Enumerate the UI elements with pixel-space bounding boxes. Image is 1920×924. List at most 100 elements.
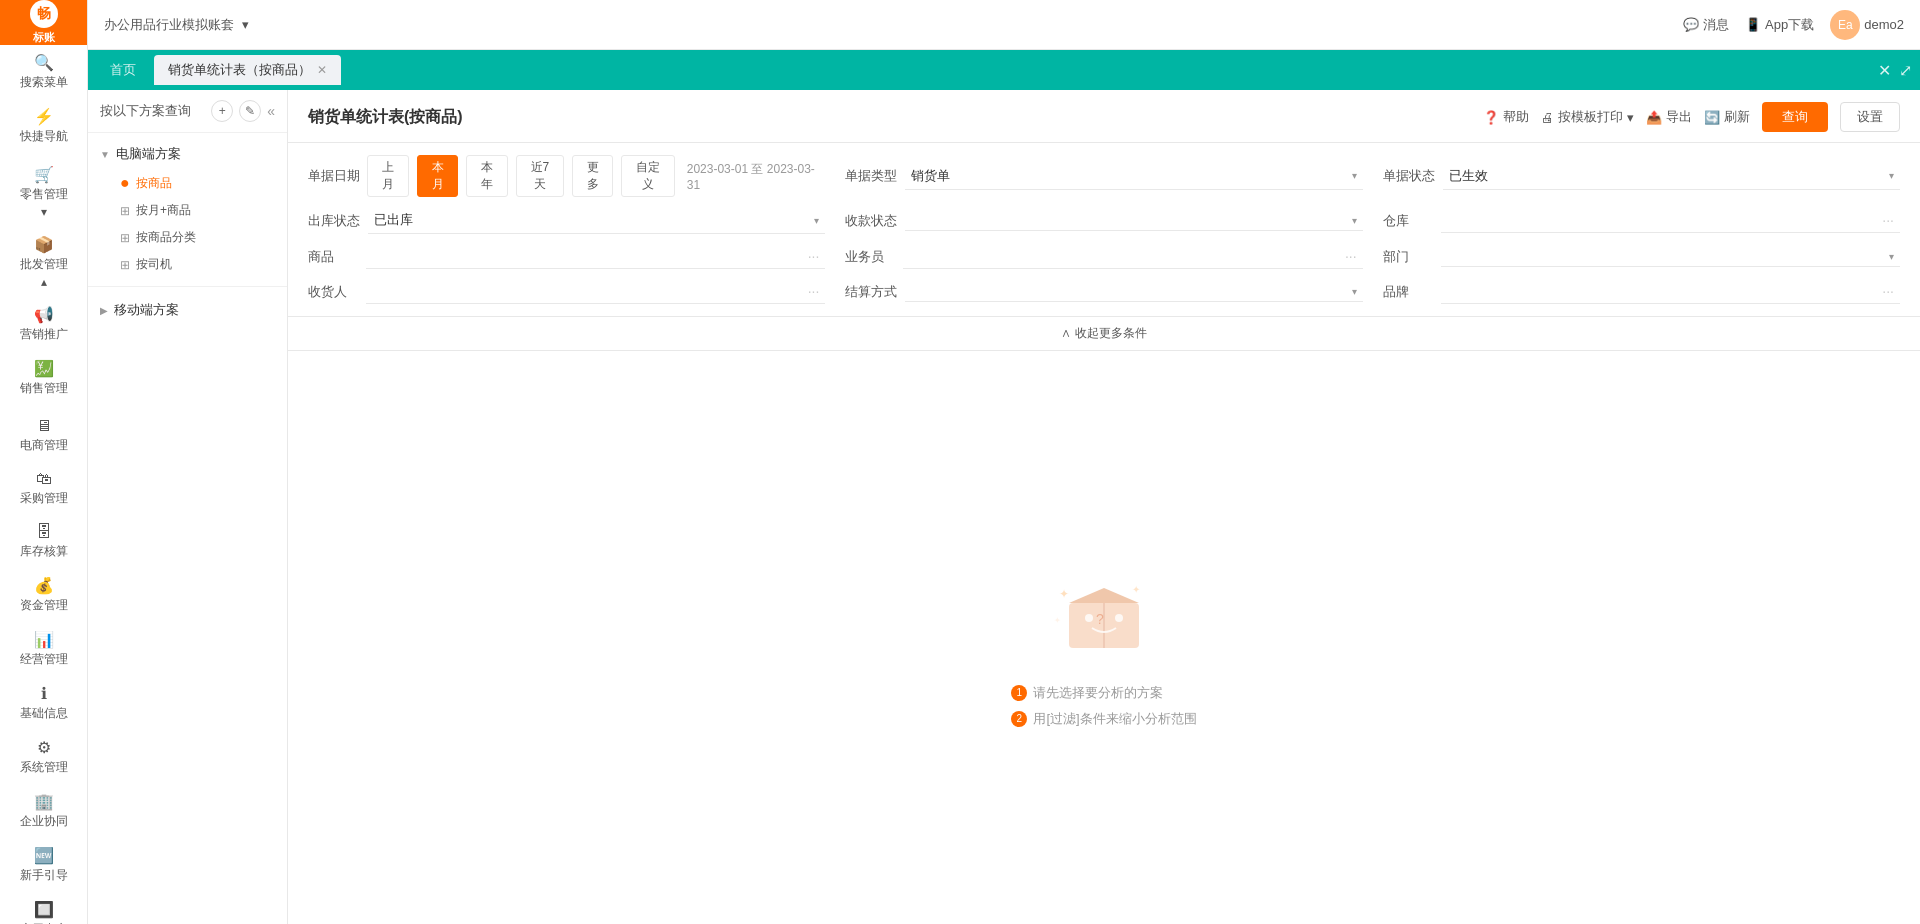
outbound-arrow: ▾ [814, 215, 819, 226]
filter-row-4: 收货人 ··· 结算方式 ▾ 品牌 [308, 279, 1900, 304]
help-btn[interactable]: ❓ 帮助 [1483, 108, 1529, 126]
filter-row-3: 商品 ··· 业务员 ··· 部门 [308, 244, 1900, 269]
warehouse-select[interactable]: ··· [1441, 208, 1900, 233]
refresh-btn[interactable]: 🔄 刷新 [1704, 108, 1750, 126]
tree-section-desktop: ▼ 电脑端方案 ● 按商品 ⊞ 按月+商品 ⊞ 按商品分类 ⊞ 按司机 [88, 133, 287, 284]
sidebar-item-finance[interactable]: 💰 资金管理 [0, 568, 87, 622]
query-btn[interactable]: 查询 [1762, 102, 1828, 132]
tree-item-desktop[interactable]: ▼ 电脑端方案 [88, 139, 287, 169]
type-select[interactable]: 销货单 ▾ [905, 163, 1362, 190]
tree-sub-item-by-driver[interactable]: ⊞ 按司机 [88, 251, 287, 278]
apps-icon: 🔲 [34, 900, 54, 919]
sidebar-item-guide[interactable]: 🆕 新手引导 [0, 838, 87, 892]
date-btn-7days[interactable]: 近7天 [516, 155, 564, 197]
sidebar-item-inventory[interactable]: 🗄 库存核算 [0, 515, 87, 568]
tree-sub-icon-2: ⊞ [120, 231, 130, 245]
tree-item-mobile[interactable]: ▶ 移动端方案 [88, 295, 287, 325]
receiver-select[interactable]: ··· [366, 279, 825, 304]
date-btn-more[interactable]: 更多 [572, 155, 614, 197]
sidebar-item-purchase[interactable]: 🛍 采购管理 [0, 462, 87, 515]
tab-sales-stat[interactable]: 销货单统计表（按商品） ✕ [154, 55, 341, 85]
add-icon: + [219, 104, 226, 118]
type-arrow: ▾ [1352, 170, 1357, 181]
marketing-icon: 📢 [34, 305, 54, 324]
sidebar-item-ecommerce[interactable]: 🖥 电商管理 [0, 409, 87, 462]
brand-select[interactable]: ··· [1441, 279, 1900, 304]
message-icon: 💬 [1683, 17, 1699, 32]
tree-sub-item-by-month-goods[interactable]: ⊞ 按月+商品 [88, 197, 287, 224]
payment-status-select[interactable]: ▾ [905, 211, 1362, 231]
outbound-select[interactable]: 已出库 ▾ [368, 207, 825, 234]
sidebar-item-marketing[interactable]: 📢 营销推广 [0, 297, 87, 351]
salesperson-dots[interactable]: ··· [1345, 248, 1357, 264]
goods-label: 商品 [308, 248, 358, 266]
date-btn-this-month[interactable]: 本月 [417, 155, 459, 197]
edit-icon: ✎ [245, 104, 255, 118]
payment-method-select[interactable]: ▾ [905, 282, 1362, 302]
tree-sub-item-by-goods[interactable]: ● 按商品 [88, 169, 287, 197]
settings-btn[interactable]: 设置 [1840, 102, 1900, 132]
date-filter-row: 上月 本月 本年 近7天 更多 自定义 2023-03-01 至 2023-03… [367, 155, 825, 197]
avatar: Ea [1830, 10, 1860, 40]
tree-sub-label-by-driver: 按司机 [136, 256, 172, 273]
tab-sales-stat-close[interactable]: ✕ [317, 63, 327, 77]
tab-home[interactable]: 首页 [96, 55, 150, 85]
top-bar: 办公用品行业模拟账套 ▾ 💬 消息 📱 App下载 Ea demo2 [88, 0, 1920, 50]
filter-row-2: 出库状态 已出库 ▾ 收款状态 ▾ 仓库 [308, 207, 1900, 234]
user-menu[interactable]: Ea demo2 [1830, 10, 1904, 40]
sidebar-item-retail[interactable]: 🛒 零售管理 ▾ [0, 157, 87, 227]
sidebar-item-enterprise[interactable]: 🏢 企业协同 [0, 784, 87, 838]
add-scheme-btn[interactable]: + [211, 100, 233, 122]
sidebar-item-shortcut[interactable]: ⚡ 快捷导航 [0, 99, 87, 153]
date-btn-this-year[interactable]: 本年 [466, 155, 508, 197]
status-select[interactable]: 已生效 ▾ [1443, 163, 1900, 190]
sidebar-item-sales[interactable]: 💹 销售管理 [0, 351, 87, 405]
receiver-dots[interactable]: ··· [808, 283, 820, 299]
collapse-panel-btn[interactable]: « [267, 103, 275, 119]
date-btn-last-month[interactable]: 上月 [367, 155, 409, 197]
warehouse-label: 仓库 [1383, 212, 1433, 230]
sidebar-item-operations[interactable]: 📊 经营管理 [0, 622, 87, 676]
print-btn[interactable]: 🖨 按模板打印 ▾ [1541, 108, 1634, 126]
message-btn[interactable]: 💬 消息 [1683, 16, 1729, 34]
filter-status: 单据状态 已生效 ▾ [1383, 163, 1900, 190]
sidebar-item-system[interactable]: ⚙ 系统管理 [0, 730, 87, 784]
sidebar-item-search[interactable]: 🔍 搜索菜单 [0, 45, 87, 99]
sidebar-item-wholesale[interactable]: 📦 批发管理 ▴ [0, 227, 87, 297]
date-btn-custom[interactable]: 自定义 [621, 155, 674, 197]
print-dropdown[interactable]: ▾ [1627, 110, 1634, 125]
search-icon: 🔍 [34, 53, 54, 72]
filter-goods: 商品 ··· [308, 244, 825, 269]
sidebar-item-basic-label: 基础信息 [20, 705, 68, 722]
status-arrow: ▾ [1889, 170, 1894, 181]
tree-sub-item-by-category[interactable]: ⊞ 按商品分类 [88, 224, 287, 251]
sidebar-item-basic[interactable]: ℹ 基础信息 [0, 676, 87, 730]
sidebar-item-system-label: 系统管理 [20, 759, 68, 776]
workspace-dropdown-icon[interactable]: ▾ [242, 17, 249, 32]
tab-close-btn[interactable]: ✕ [1878, 61, 1891, 80]
goods-dots[interactable]: ··· [808, 248, 820, 264]
dept-select[interactable]: ▾ [1441, 247, 1900, 267]
sales-icon: 💹 [34, 359, 54, 378]
collapse-filters-btn[interactable]: ∧ 收起更多条件 [288, 317, 1920, 351]
sidebar-item-wholesale-label: 批发管理 [20, 256, 68, 273]
salesperson-select[interactable]: ··· [903, 244, 1362, 269]
outbound-label: 出库状态 [308, 212, 360, 230]
status-label: 单据状态 [1383, 167, 1435, 185]
tab-restore-btn[interactable]: ⤢ [1899, 61, 1912, 80]
filter-date: 单据日期 上月 本月 本年 近7天 更多 自定义 2023-03-01 至 20… [308, 155, 825, 197]
sidebar-item-search-label: 搜索菜单 [20, 74, 68, 91]
goods-select[interactable]: ··· [366, 244, 825, 269]
filter-payment-method: 结算方式 ▾ [845, 282, 1362, 302]
sidebar-item-apps[interactable]: 🔲 应用中心 [0, 892, 87, 924]
app-download-btn[interactable]: 📱 App下载 [1745, 16, 1814, 34]
svg-text:✦: ✦ [1054, 616, 1061, 625]
logo[interactable]: 畅 标账 [0, 0, 87, 45]
page-actions: ❓ 帮助 🖨 按模板打印 ▾ 📤 导出 🔄 [1483, 102, 1900, 132]
brand-dots[interactable]: ··· [1882, 283, 1894, 299]
warehouse-dots[interactable]: ··· [1882, 212, 1894, 228]
export-btn[interactable]: 📤 导出 [1646, 108, 1692, 126]
basic-icon: ℹ [41, 684, 47, 703]
filter-warehouse: 仓库 ··· [1383, 208, 1900, 233]
edit-scheme-btn[interactable]: ✎ [239, 100, 261, 122]
